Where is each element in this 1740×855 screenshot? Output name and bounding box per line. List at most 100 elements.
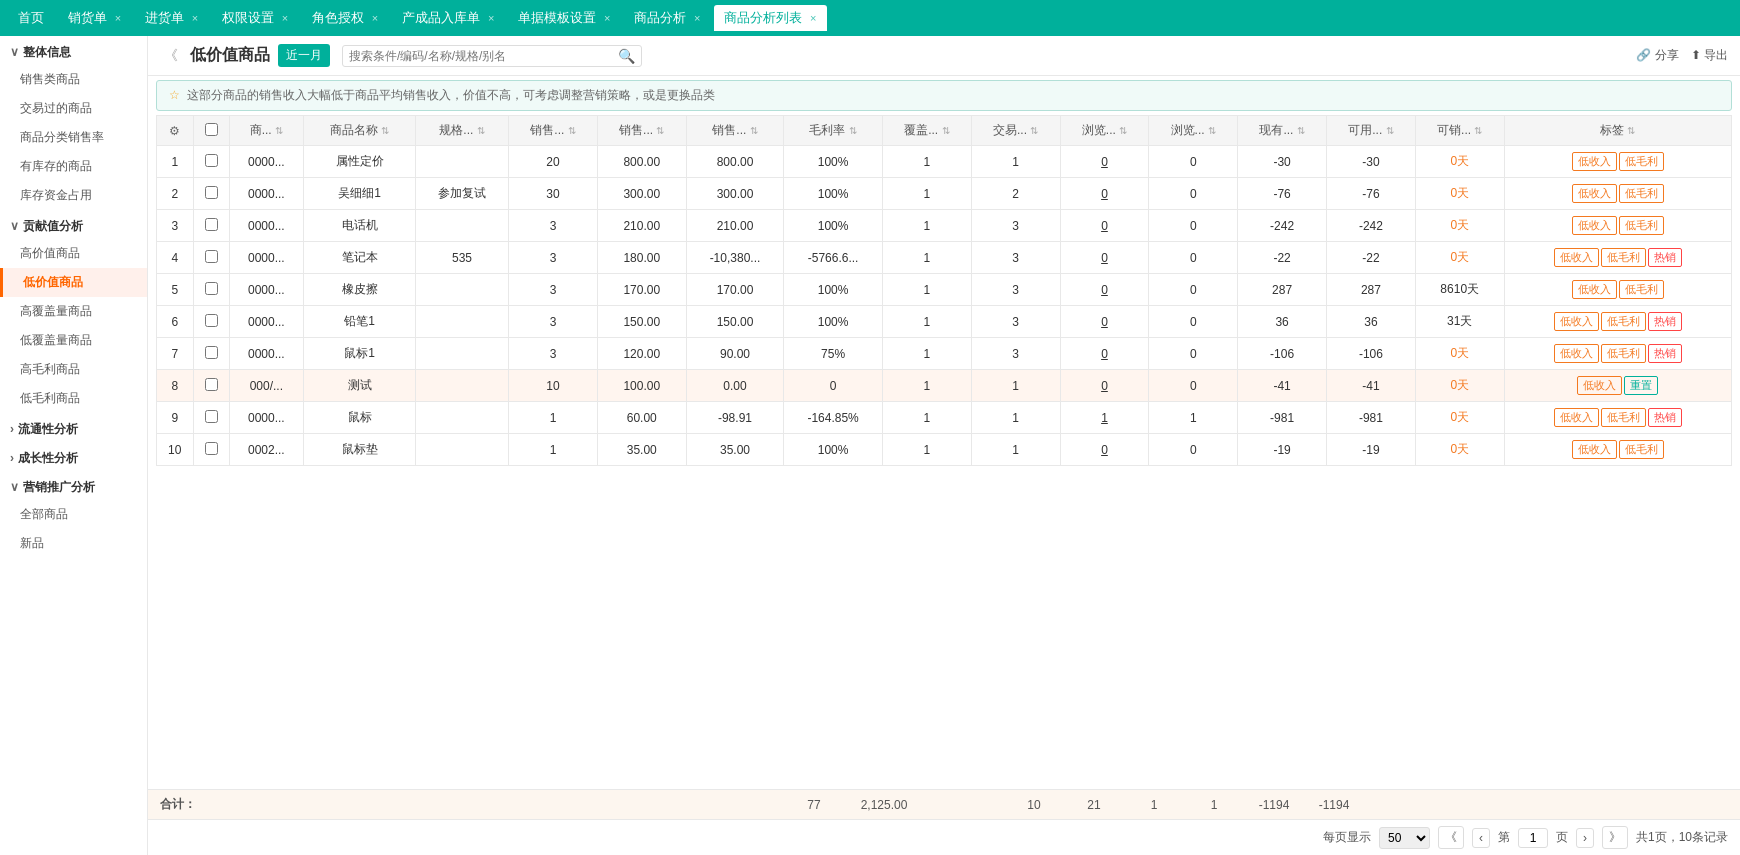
- time-filter-button[interactable]: 近一月: [278, 44, 330, 67]
- first-page-button[interactable]: 《: [1438, 826, 1464, 849]
- col-saleable[interactable]: 可销... ⇅: [1415, 116, 1504, 146]
- col-sale3[interactable]: 销售... ⇅: [686, 116, 784, 146]
- sidebar-item-sales-goods[interactable]: 销售类商品: [0, 65, 147, 94]
- row-select-checkbox[interactable]: [205, 410, 218, 423]
- settings-icon[interactable]: ⚙: [169, 124, 180, 138]
- sidebar-item-low-value[interactable]: 低价值商品: [0, 268, 147, 297]
- sidebar-group-growth[interactable]: ›成长性分析: [0, 442, 147, 471]
- prev-page-button[interactable]: ‹: [1472, 828, 1490, 848]
- col-checkbox[interactable]: [193, 116, 229, 146]
- sidebar-item-inventory-capital[interactable]: 库存资金占用: [0, 181, 147, 210]
- row-browse1[interactable]: 0: [1060, 210, 1149, 242]
- row-checkbox[interactable]: [193, 306, 229, 338]
- nav-purchase-order[interactable]: 进货单 ×: [135, 5, 208, 31]
- row-select-checkbox[interactable]: [205, 442, 218, 455]
- close-icon[interactable]: ×: [372, 12, 378, 24]
- row-select-checkbox[interactable]: [205, 282, 218, 295]
- browse-link[interactable]: 0: [1101, 443, 1108, 457]
- row-browse1[interactable]: 0: [1060, 338, 1149, 370]
- row-checkbox[interactable]: [193, 274, 229, 306]
- col-available[interactable]: 可用... ⇅: [1327, 116, 1416, 146]
- nav-home[interactable]: 首页: [8, 5, 54, 31]
- share-button[interactable]: 🔗 分享: [1636, 47, 1678, 64]
- col-sale1[interactable]: 销售... ⇅: [509, 116, 598, 146]
- row-checkbox[interactable]: [193, 370, 229, 402]
- nav-sales-order[interactable]: 销货单 ×: [58, 5, 131, 31]
- row-browse1[interactable]: 0: [1060, 178, 1149, 210]
- close-icon[interactable]: ×: [694, 12, 700, 24]
- nav-product-storage[interactable]: 产成品入库单 ×: [392, 5, 504, 31]
- sidebar-item-low-coverage[interactable]: 低覆盖量商品: [0, 326, 147, 355]
- sidebar-item-stock-goods[interactable]: 有库存的商品: [0, 152, 147, 181]
- browse-link[interactable]: 0: [1101, 187, 1108, 201]
- sidebar-item-high-margin[interactable]: 高毛利商品: [0, 355, 147, 384]
- sidebar-group-contribution[interactable]: ∨贡献值分析: [0, 210, 147, 239]
- sidebar-item-category-rate[interactable]: 商品分类销售率: [0, 123, 147, 152]
- export-button[interactable]: ⬆ 导出: [1691, 47, 1728, 64]
- row-checkbox[interactable]: [193, 242, 229, 274]
- browse-link[interactable]: 0: [1101, 251, 1108, 265]
- col-sale2[interactable]: 销售... ⇅: [597, 116, 686, 146]
- row-checkbox[interactable]: [193, 402, 229, 434]
- row-select-checkbox[interactable]: [205, 314, 218, 327]
- sidebar-group-circulation[interactable]: ›流通性分析: [0, 413, 147, 442]
- close-icon[interactable]: ×: [604, 12, 610, 24]
- row-select-checkbox[interactable]: [205, 250, 218, 263]
- row-browse1[interactable]: 0: [1060, 242, 1149, 274]
- col-settings[interactable]: ⚙: [157, 116, 194, 146]
- sidebar-group-marketing[interactable]: ∨营销推广分析: [0, 471, 147, 500]
- row-select-checkbox[interactable]: [205, 218, 218, 231]
- nav-role[interactable]: 角色授权 ×: [302, 5, 388, 31]
- sidebar-item-low-margin[interactable]: 低毛利商品: [0, 384, 147, 413]
- next-page-button[interactable]: ›: [1576, 828, 1594, 848]
- close-icon[interactable]: ×: [115, 12, 121, 24]
- col-tags[interactable]: 标签 ⇅: [1504, 116, 1731, 146]
- sidebar-item-traded-goods[interactable]: 交易过的商品: [0, 94, 147, 123]
- sidebar-item-all-goods[interactable]: 全部商品: [0, 500, 147, 529]
- col-code[interactable]: 商... ⇅: [229, 116, 304, 146]
- select-all-checkbox[interactable]: [205, 123, 218, 136]
- col-margin[interactable]: 毛利率 ⇅: [784, 116, 883, 146]
- nav-goods-analysis[interactable]: 商品分析 ×: [624, 5, 710, 31]
- browse-link[interactable]: 0: [1101, 315, 1108, 329]
- close-icon[interactable]: ×: [810, 12, 816, 24]
- browse-link[interactable]: 1: [1101, 411, 1108, 425]
- row-select-checkbox[interactable]: [205, 378, 218, 391]
- col-browse2[interactable]: 浏览... ⇅: [1149, 116, 1238, 146]
- row-browse1[interactable]: 1: [1060, 402, 1149, 434]
- col-trade[interactable]: 交易... ⇅: [971, 116, 1060, 146]
- last-page-button[interactable]: 》: [1602, 826, 1628, 849]
- row-checkbox[interactable]: [193, 210, 229, 242]
- close-icon[interactable]: ×: [488, 12, 494, 24]
- browse-link[interactable]: 0: [1101, 379, 1108, 393]
- sidebar-item-high-coverage[interactable]: 高覆盖量商品: [0, 297, 147, 326]
- nav-template[interactable]: 单据模板设置 ×: [508, 5, 620, 31]
- browse-link[interactable]: 0: [1101, 347, 1108, 361]
- browse-link[interactable]: 0: [1101, 283, 1108, 297]
- row-checkbox[interactable]: [193, 178, 229, 210]
- row-select-checkbox[interactable]: [205, 186, 218, 199]
- nav-permission[interactable]: 权限设置 ×: [212, 5, 298, 31]
- search-icon[interactable]: 🔍: [618, 48, 635, 64]
- row-select-checkbox[interactable]: [205, 346, 218, 359]
- sidebar-group-overall[interactable]: ∨整体信息: [0, 36, 147, 65]
- browse-link[interactable]: 0: [1101, 155, 1108, 169]
- sidebar-item-high-value[interactable]: 高价值商品: [0, 239, 147, 268]
- per-page-select[interactable]: 50 100 200: [1379, 827, 1430, 849]
- sidebar-item-new-goods[interactable]: 新品: [0, 529, 147, 558]
- table-wrapper[interactable]: ⚙ 商... ⇅ 商品名称 ⇅ 规格... ⇅ 销售... ⇅ 销售... ⇅ …: [148, 115, 1740, 789]
- row-browse1[interactable]: 0: [1060, 370, 1149, 402]
- close-icon[interactable]: ×: [192, 12, 198, 24]
- row-browse1[interactable]: 0: [1060, 306, 1149, 338]
- col-spec[interactable]: 规格... ⇅: [415, 116, 508, 146]
- row-browse1[interactable]: 0: [1060, 434, 1149, 466]
- nav-goods-analysis-list[interactable]: 商品分析列表 ×: [714, 5, 826, 31]
- col-cover[interactable]: 覆盖... ⇅: [882, 116, 971, 146]
- row-checkbox[interactable]: [193, 338, 229, 370]
- row-select-checkbox[interactable]: [205, 154, 218, 167]
- search-input[interactable]: [349, 49, 618, 63]
- col-current[interactable]: 现有... ⇅: [1238, 116, 1327, 146]
- row-browse1[interactable]: 0: [1060, 274, 1149, 306]
- col-name[interactable]: 商品名称 ⇅: [304, 116, 416, 146]
- close-icon[interactable]: ×: [282, 12, 288, 24]
